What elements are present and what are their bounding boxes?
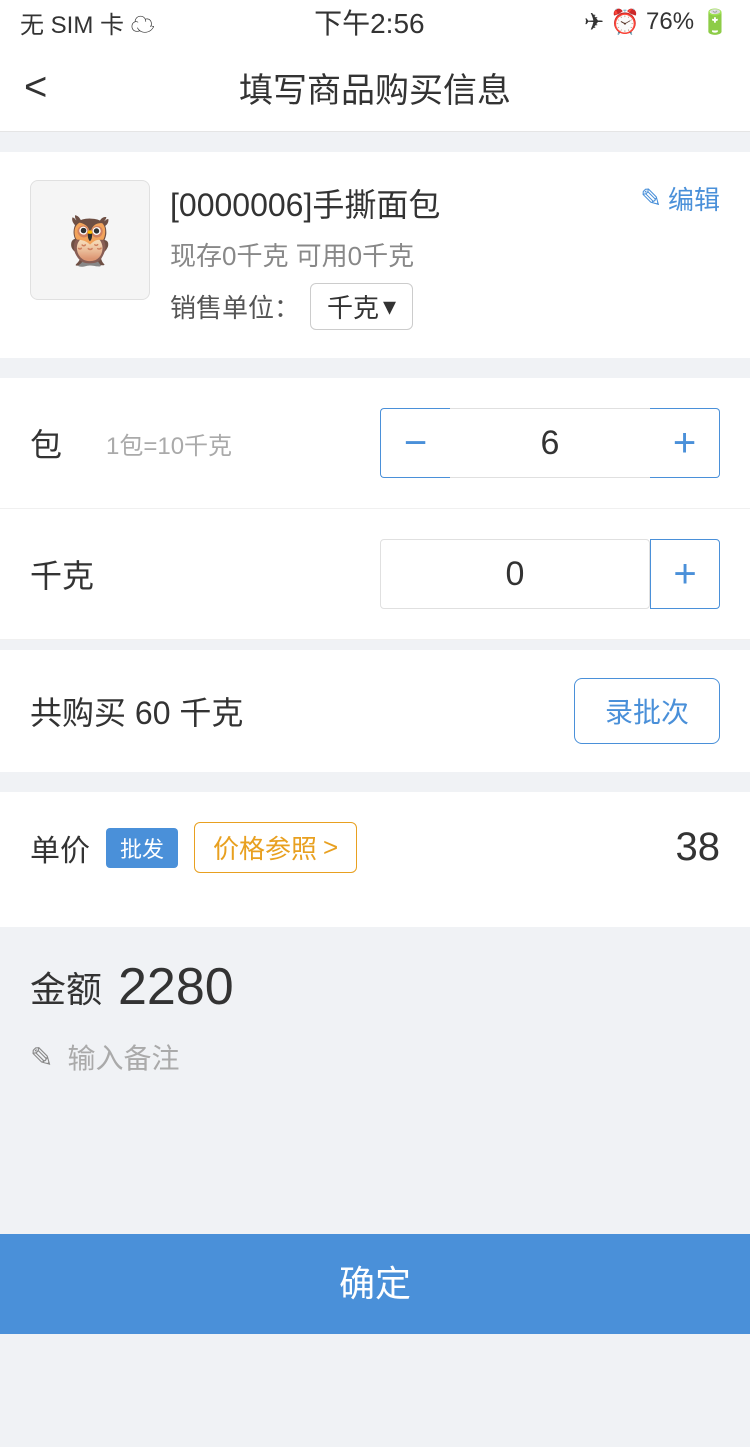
total-row: 共购买 60 千克 录批次 [0, 640, 750, 772]
pack-input[interactable] [450, 408, 650, 478]
back-button[interactable]: < [24, 65, 47, 110]
unit-select[interactable]: 千克 ▾ [310, 283, 413, 330]
product-card: 🦉 [0000006]手撕面包 现存0千克 可用0千克 销售单位： 千克 ▾ ✎… [0, 152, 750, 358]
unit-label: 销售单位： [170, 288, 300, 325]
price-label: 单价 [30, 826, 90, 870]
page-title: 填写商品购买信息 [239, 63, 511, 112]
product-logo: 🦉 [60, 212, 120, 269]
product-image: 🦉 [30, 180, 150, 300]
note-row[interactable]: ✎ 输入备注 [30, 1037, 720, 1077]
note-icon: ✎ [30, 1041, 53, 1074]
price-ref-label: 价格参照 [213, 829, 317, 866]
battery-icon: 🔋 [700, 8, 730, 37]
amount-label: 金额 [30, 961, 102, 1013]
pack-sublabel: 1包=10千克 [106, 426, 380, 461]
price-tag: 批发 [106, 828, 178, 868]
pack-label: 包 [30, 420, 90, 466]
pack-controls: − + [380, 408, 720, 478]
pack-row: 包 1包=10千克 − + [0, 378, 750, 509]
product-unit-row: 销售单位： 千克 ▾ [170, 283, 720, 330]
status-right: ✈ ⏰ 76% 🔋 [584, 8, 730, 37]
edit-label: 编辑 [668, 180, 720, 217]
note-input[interactable]: 输入备注 [67, 1037, 179, 1077]
status-bar: 无 SIM 卡 ☁ 下午2:56 ✈ ⏰ 76% 🔋 [0, 0, 750, 44]
unit-chevron-icon: ▾ [383, 291, 396, 322]
batch-button[interactable]: 录批次 [574, 678, 720, 744]
price-value: 38 [676, 825, 721, 870]
price-ref-button[interactable]: 价格参照 > [194, 822, 357, 873]
price-ref-chevron-icon: > [323, 832, 338, 863]
pack-decrease-button[interactable]: − [380, 408, 450, 478]
nav-bar: < 填写商品购买信息 [0, 44, 750, 132]
edit-icon: ✎ [640, 183, 662, 214]
edit-button[interactable]: ✎ 编辑 [640, 180, 720, 217]
product-name: [0000006]手撕面包 [170, 180, 720, 226]
battery-level: 76% [646, 8, 694, 36]
amount-row: 金额 2280 [30, 957, 720, 1017]
quantity-section: 包 1包=10千克 − + 千克 + [0, 378, 750, 640]
pack-increase-button[interactable]: + [650, 408, 720, 478]
amount-section: 金额 2280 ✎ 输入备注 [0, 927, 750, 1097]
status-time: 下午2:56 [314, 2, 425, 42]
kg-input[interactable] [380, 539, 650, 609]
total-label: 共购买 60 千克 [30, 688, 243, 734]
price-row: 单价 批发 价格参照 > 38 [30, 822, 720, 873]
product-stock: 现存0千克 可用0千克 [170, 236, 720, 273]
alarm-icon: ⏰ [610, 8, 640, 37]
product-info: [0000006]手撕面包 现存0千克 可用0千克 销售单位： 千克 ▾ [170, 180, 720, 330]
location-icon: ✈ [584, 8, 604, 37]
confirm-button[interactable]: 确定 [0, 1234, 750, 1334]
unit-value: 千克 [327, 288, 379, 325]
kg-label: 千克 [30, 551, 94, 597]
kg-increase-button[interactable]: + [650, 539, 720, 609]
price-section: 单价 批发 价格参照 > 38 [0, 792, 750, 927]
sim-status: 无 SIM 卡 ☁ [20, 5, 155, 40]
kg-controls: + [380, 539, 720, 609]
amount-value: 2280 [118, 957, 234, 1017]
kg-row: 千克 + [0, 509, 750, 640]
status-left: 无 SIM 卡 ☁ [20, 5, 155, 40]
